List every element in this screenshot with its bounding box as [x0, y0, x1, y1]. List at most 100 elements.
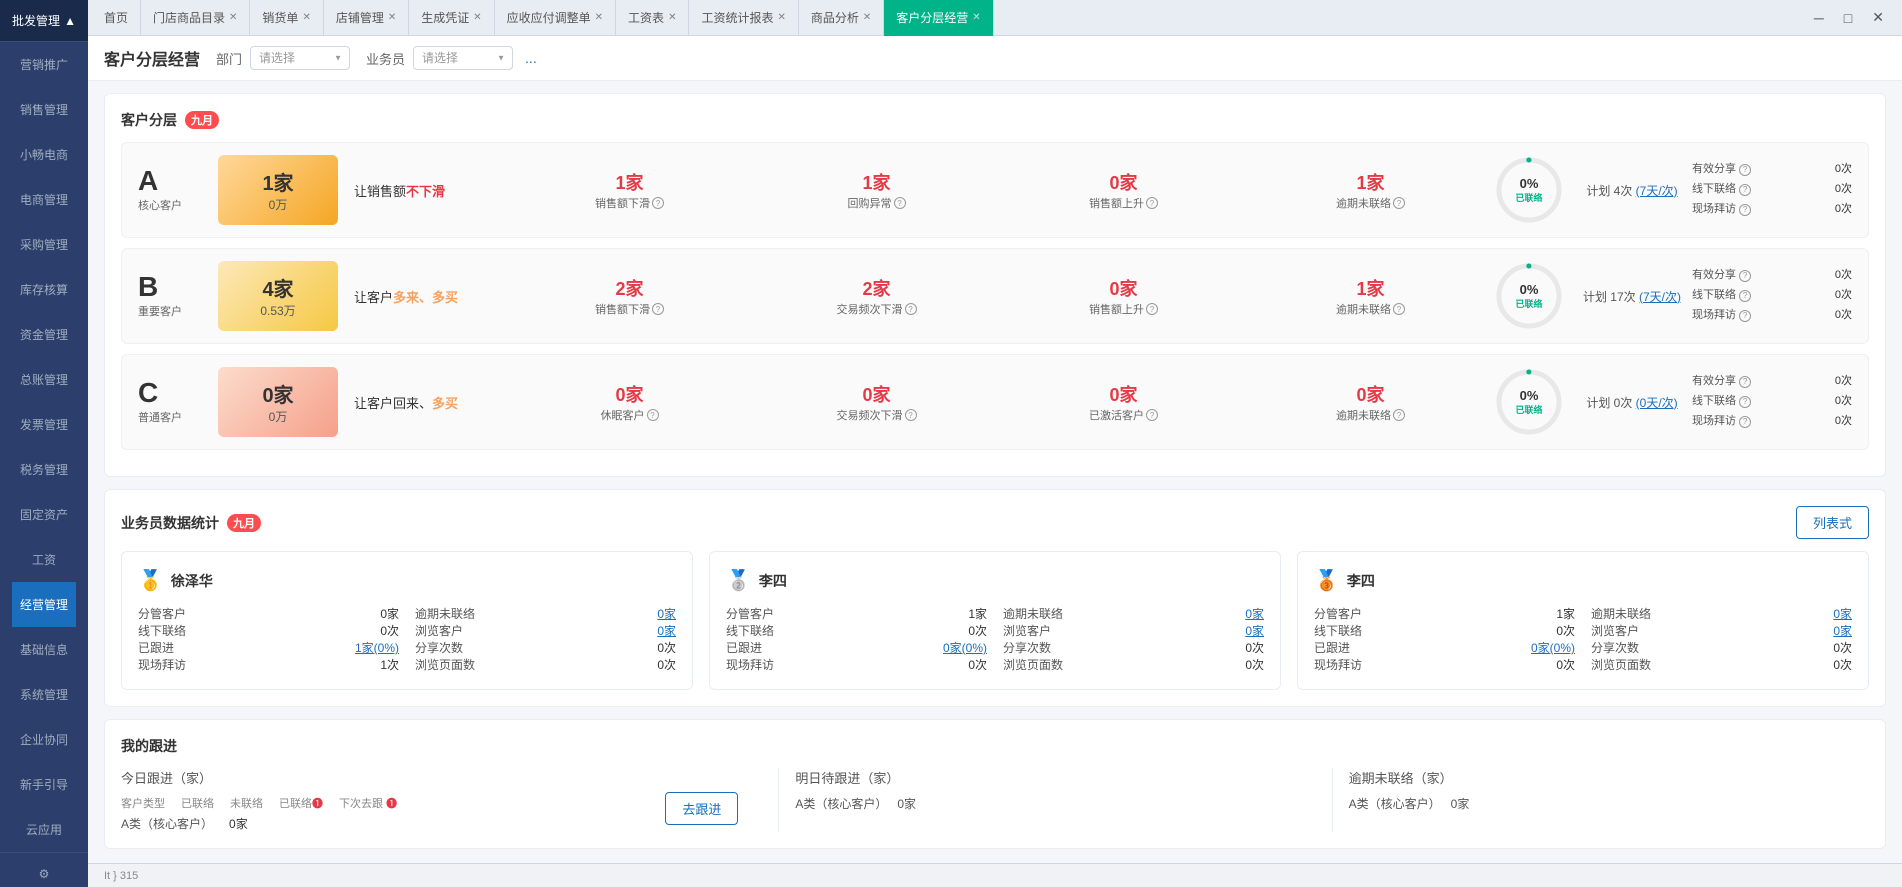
info-icon[interactable]: ?	[1739, 290, 1751, 302]
sidebar-header[interactable]: 批发管理 ▲	[0, 0, 88, 42]
info-icon[interactable]: ?	[1739, 184, 1751, 196]
tab-voucher[interactable]: 生成凭证 ✕	[409, 0, 494, 36]
sp-stat-link-2-2[interactable]: 0家(0%)	[1531, 639, 1575, 656]
tab-close-icon-sales-order[interactable]: ✕	[302, 12, 310, 23]
sp-right-col-1: 逾期未联络 0家 浏览客户 0家 分享次数 0次 浏览页面数	[1003, 605, 1264, 673]
sidebar-item-基础信息[interactable]: 基础信息	[12, 627, 76, 672]
sp-stat-link-r-2-0[interactable]: 0家	[1833, 605, 1852, 622]
sp-left-col-2: 分管客户 1家 线下联络 0次 已跟进 0家(0%) 现场拜访	[1314, 605, 1575, 673]
tier-stat-0-0[interactable]: 1家 销售额下滑 ?	[514, 161, 745, 219]
sidebar-item-新手引导[interactable]: 新手引导	[12, 762, 76, 807]
sp-stat-r-1-2: 分享次数 0次	[1003, 639, 1264, 656]
info-icon[interactable]: ?	[1739, 310, 1751, 322]
info-icon[interactable]: ?	[1739, 416, 1751, 428]
info-icon-0-3[interactable]: ?	[1393, 197, 1405, 209]
tab-close-icon-store-products[interactable]: ✕	[229, 12, 237, 23]
sp-stat-link-r-2-1[interactable]: 0家	[1833, 622, 1852, 639]
tier-stat-1-0[interactable]: 2家 销售额下滑 ?	[514, 267, 745, 325]
tab-close-icon-salary-table[interactable]: ✕	[668, 12, 676, 23]
tab-close-icon-voucher[interactable]: ✕	[473, 12, 481, 23]
sidebar-item-发票管理[interactable]: 发票管理	[12, 402, 76, 447]
sidebar-item-工资[interactable]: 工资	[12, 537, 76, 582]
sidebar-item-营销推广[interactable]: 营销推广	[12, 42, 76, 87]
tab-sales-order[interactable]: 销货单 ✕	[250, 0, 323, 36]
list-view-button[interactable]: 列表式	[1796, 506, 1869, 539]
info-icon[interactable]: ?	[1739, 204, 1751, 216]
tab-receivable[interactable]: 应收应付调整单 ✕	[495, 0, 616, 36]
dept-select[interactable]: 请选择	[250, 46, 350, 70]
tab-store-manage[interactable]: 店铺管理 ✕	[324, 0, 409, 36]
more-filter-button[interactable]: ...	[521, 50, 541, 66]
sidebar-item-税务管理[interactable]: 税务管理	[12, 447, 76, 492]
tab-close-icon-product-analysis[interactable]: ✕	[863, 12, 871, 23]
tier-plan-A: 计划 4次 (7天/次)	[1572, 182, 1692, 199]
tier-stat-2-2[interactable]: 0家 已激活客户 ?	[1008, 373, 1239, 431]
medal-icon-0: 🥇	[138, 568, 163, 593]
sidebar-item-资金管理[interactable]: 资金管理	[12, 312, 76, 357]
tab-maximize-button[interactable]: □	[1838, 8, 1858, 28]
info-icon-2-1[interactable]: ?	[905, 409, 917, 421]
sp-stat-link-r-0-1[interactable]: 0家	[657, 622, 676, 639]
tier-stat-1-3[interactable]: 1家 逾期未联络 ?	[1255, 267, 1486, 325]
tomorrow-followup-col: 明日待跟进（家） A类（核心客户） 0家	[795, 768, 1315, 812]
info-icon[interactable]: ?	[1739, 376, 1751, 388]
sidebar-item-企业协同[interactable]: 企业协同	[12, 717, 76, 762]
tab-home[interactable]: 首页	[92, 0, 141, 36]
info-icon[interactable]: ?	[1739, 164, 1751, 176]
info-icon-1-0[interactable]: ?	[652, 303, 664, 315]
tab-close-icon-customer-tier[interactable]: ✕	[972, 12, 980, 23]
customer-tier-title: 客户分层 九月	[121, 110, 1869, 130]
sidebar-item-总账管理[interactable]: 总账管理	[12, 357, 76, 402]
tier-stat-2-3[interactable]: 0家 逾期未联络 ?	[1255, 373, 1486, 431]
info-icon-1-1[interactable]: ?	[905, 303, 917, 315]
tab-store-products[interactable]: 门店商品目录 ✕	[141, 0, 250, 36]
sidebar-item-系统管理[interactable]: 系统管理	[12, 672, 76, 717]
tier-stat-2-0[interactable]: 0家 休眠客户 ?	[514, 373, 745, 431]
tab-close-icon-store-manage[interactable]: ✕	[388, 12, 396, 23]
sidebar-item-采购管理[interactable]: 采购管理	[12, 222, 76, 267]
tier-stat-0-3[interactable]: 1家 逾期未联络 ?	[1255, 161, 1486, 219]
info-icon-0-0[interactable]: ?	[652, 197, 664, 209]
goto-followup-button[interactable]: 去跟进	[665, 792, 738, 825]
info-icon-0-1[interactable]: ?	[894, 197, 906, 209]
info-icon-2-3[interactable]: ?	[1393, 409, 1405, 421]
tab-close-button[interactable]: ✕	[1866, 7, 1890, 28]
tier-stat-0-2[interactable]: 0家 销售额上升 ?	[1008, 161, 1239, 219]
sp-stat-link-0-2[interactable]: 1家(0%)	[355, 639, 399, 656]
tab-product-analysis[interactable]: 商品分析 ✕	[799, 0, 884, 36]
sp-stat-link-r-0-0[interactable]: 0家	[657, 605, 676, 622]
info-icon-1-2[interactable]: ?	[1146, 303, 1158, 315]
sidebar-item-销售管理[interactable]: 销售管理	[12, 87, 76, 132]
sp-stat-r-0-2: 分享次数 0次	[415, 639, 676, 656]
sp-stat-link-1-2[interactable]: 0家(0%)	[943, 639, 987, 656]
sidebar-item-云应用[interactable]: 云应用	[12, 807, 76, 852]
info-icon-2-2[interactable]: ?	[1146, 409, 1158, 421]
tab-customer-tier[interactable]: 客户分层经营 ✕	[884, 0, 993, 36]
tab-minimize-button[interactable]: ─	[1808, 8, 1830, 28]
sidebar: 批发管理 ▲ 营销推广销售管理小畅电商电商管理采购管理库存核算资金管理总账管理发…	[0, 0, 88, 887]
sp-stat-link-r-1-1[interactable]: 0家	[1245, 622, 1264, 639]
sidebar-item-库存核算[interactable]: 库存核算	[12, 267, 76, 312]
sidebar-item-经营管理[interactable]: 经营管理	[12, 582, 76, 627]
tab-close-icon-receivable[interactable]: ✕	[595, 12, 603, 23]
salesperson-select[interactable]: 请选择	[413, 46, 513, 70]
sp-stat-link-r-1-0[interactable]: 0家	[1245, 605, 1264, 622]
sidebar-item-小畅电商[interactable]: 小畅电商	[12, 132, 76, 177]
sidebar-item-电商管理[interactable]: 电商管理	[12, 177, 76, 222]
status-bar: It } 315	[88, 863, 1902, 887]
tier-stat-1-1[interactable]: 2家 交易频次下滑 ?	[761, 267, 992, 325]
info-icon-0-2[interactable]: ?	[1146, 197, 1158, 209]
sidebar-settings[interactable]: ⚙	[0, 852, 88, 887]
info-icon[interactable]: ?	[1739, 270, 1751, 282]
info-icon-2-0[interactable]: ?	[647, 409, 659, 421]
sidebar-item-固定资产[interactable]: 固定资产	[12, 492, 76, 537]
tab-salary-table[interactable]: 工资表 ✕	[616, 0, 689, 36]
tier-stat-1-2[interactable]: 0家 销售额上升 ?	[1008, 267, 1239, 325]
tab-close-icon-salary-stats[interactable]: ✕	[777, 12, 785, 23]
info-icon[interactable]: ?	[1739, 396, 1751, 408]
info-icon-1-3[interactable]: ?	[1393, 303, 1405, 315]
tab-salary-stats[interactable]: 工资统计报表 ✕	[689, 0, 798, 36]
tier-right-stats-B: 有效分享 ? 0次 线下联络 ? 0次 现场拜访 ? 0次	[1692, 266, 1852, 325]
tier-stat-2-1[interactable]: 0家 交易频次下滑 ?	[761, 373, 992, 431]
tier-stat-0-1[interactable]: 1家 回购异常 ?	[761, 161, 992, 219]
